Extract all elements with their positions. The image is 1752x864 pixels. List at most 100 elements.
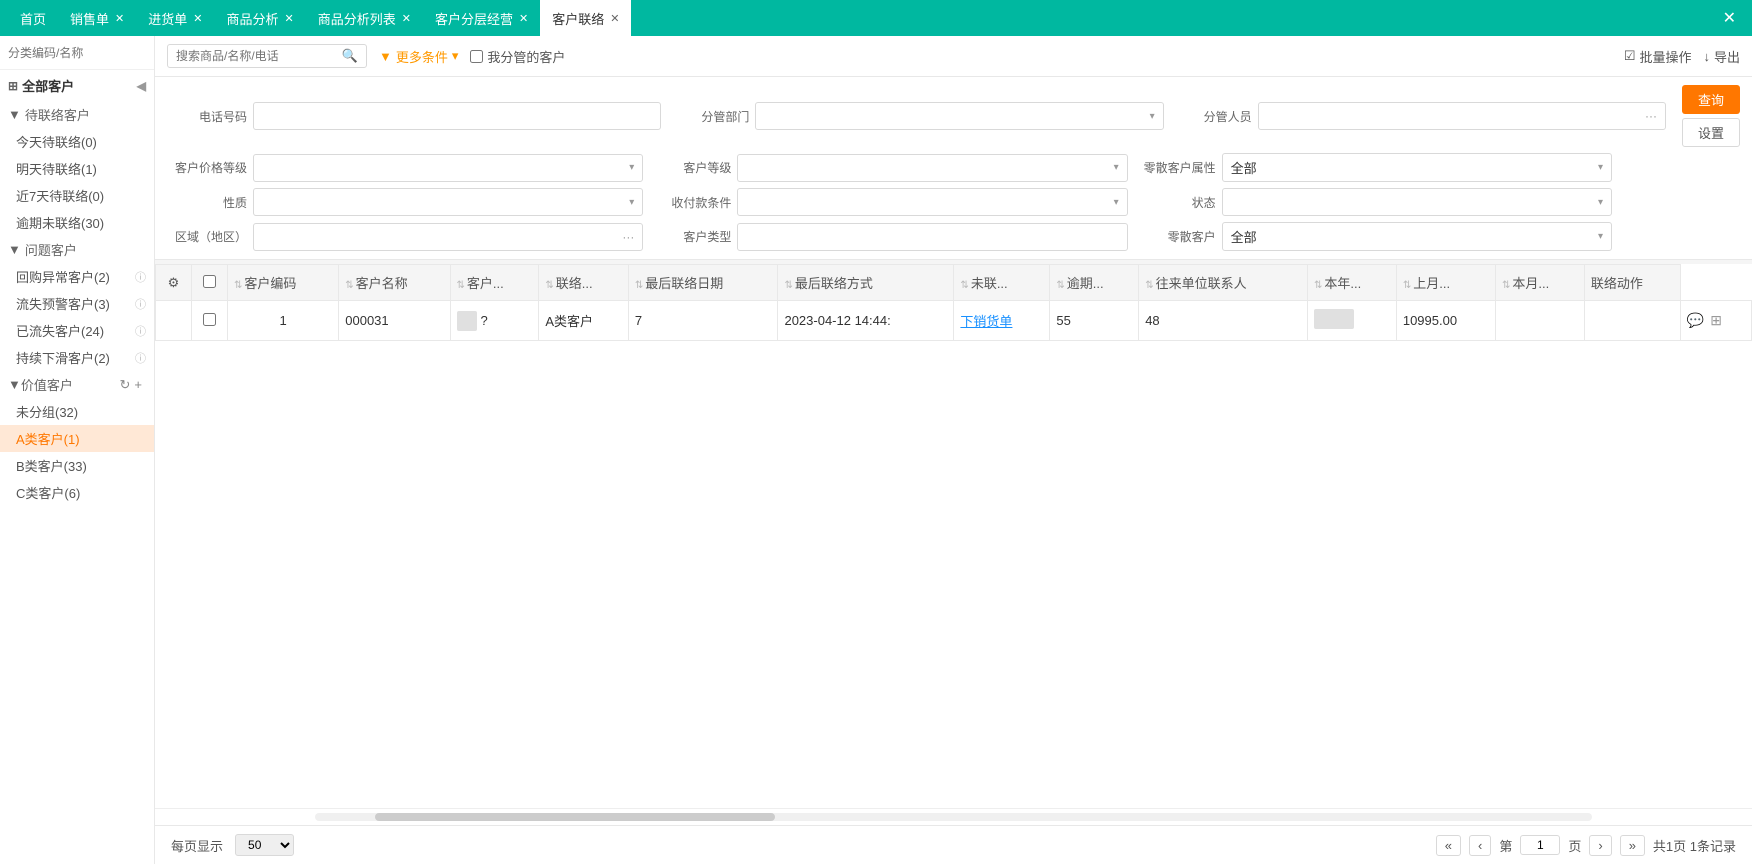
problem-arrow-icon: ▼ — [8, 242, 21, 257]
retail-attr-control[interactable]: 全部 ▾ — [1222, 153, 1612, 182]
sidebar-item-a-class[interactable]: A类客户(1) — [0, 425, 154, 452]
price-level-control[interactable]: ▾ — [253, 154, 643, 182]
table-header-gear[interactable]: ⚙ — [156, 265, 192, 301]
info-icon-1: ⓘ — [135, 269, 146, 285]
nav-tab-analysis-list[interactable]: 商品分析列表 ✕ — [306, 0, 423, 36]
nav-tab-customer-tier-close[interactable]: ✕ — [519, 12, 528, 25]
region-control[interactable]: ··· — [253, 223, 643, 251]
nav-tab-customer-tier[interactable]: 客户分层经营 ✕ — [423, 0, 540, 36]
first-page-button[interactable]: « — [1436, 835, 1461, 856]
filter-actions: 查询 设置 — [1682, 85, 1740, 147]
export-icon: ↓ — [1703, 49, 1710, 64]
sidebar-refresh-icon[interactable]: ↻ — [120, 377, 131, 393]
main-layout: 🔍 ⊞ 全部客户 ◀ ▼ 待联络客户 今天待联络(0) 明天待联络(1) 近7天… — [0, 36, 1752, 864]
row-last-method: 下销货单 — [954, 301, 1050, 341]
last-method-link[interactable]: 下销货单 — [960, 314, 1012, 329]
horizontal-scrollbar[interactable] — [315, 813, 1592, 821]
sidebar-item-b-class[interactable]: B类客户(33) — [0, 452, 154, 479]
more-filter-button[interactable]: ▼ 更多条件 ▾ — [379, 47, 458, 66]
select-all-checkbox[interactable] — [203, 275, 216, 288]
sidebar-pending-section: ▼ 待联络客户 — [0, 101, 154, 128]
nature-control[interactable]: ▾ — [253, 188, 643, 216]
table-header-overdue[interactable]: ⇅逾期... — [1050, 265, 1139, 301]
settings-button[interactable]: 设置 — [1682, 118, 1740, 147]
scrollbar-thumb[interactable] — [375, 813, 775, 821]
sidebar-item-7days[interactable]: 近7天待联络(0) — [0, 182, 154, 209]
main-search-input[interactable] — [176, 49, 342, 63]
retail-attr-field: 零散客户属性 全部 ▾ — [1136, 153, 1612, 182]
batch-ops-button[interactable]: ☑ 批量操作 — [1624, 47, 1692, 66]
sidebar-item-churn-warning[interactable]: 流失预警客户(3) ⓘ — [0, 290, 154, 317]
prev-page-button[interactable]: ‹ — [1469, 835, 1491, 856]
retail-customer-field: 零散客户 全部 ▾ — [1136, 222, 1612, 251]
my-customers-checkbox[interactable] — [470, 50, 483, 63]
nav-tab-analysis-close[interactable]: ✕ — [285, 12, 294, 25]
nav-tab-customer-contact-close[interactable]: ✕ — [610, 12, 619, 25]
table-header-last-date[interactable]: ⇅最后联络日期 — [628, 265, 778, 301]
nav-tab-customer-contact[interactable]: 客户联络 ✕ — [540, 0, 631, 36]
per-page-select[interactable]: 50 100 200 — [235, 834, 294, 856]
dept-control[interactable]: ▾ — [755, 102, 1163, 130]
sidebar-item-today[interactable]: 今天待联络(0) — [0, 128, 154, 155]
payment-control[interactable]: ▾ — [737, 188, 1127, 216]
export-button[interactable]: ↓ 导出 — [1703, 47, 1740, 66]
row-checkbox[interactable] — [203, 313, 216, 326]
dept-label: 分管部门 — [669, 108, 749, 125]
action-message-icon[interactable]: 💬 — [1687, 312, 1704, 329]
nav-tab-analysis-label: 商品分析 — [226, 9, 278, 28]
nav-tab-sales-label: 销售单 — [70, 9, 109, 28]
action-more-icon[interactable]: ⊞ — [1710, 312, 1722, 329]
sidebar-item-c-class[interactable]: C类客户(6) — [0, 479, 154, 506]
sort-icon-count: ⇅ — [545, 280, 553, 291]
phone-control[interactable] — [253, 102, 661, 130]
table-header-name[interactable]: ⇅客户名称 — [339, 265, 450, 301]
sidebar-item-declining[interactable]: 持续下滑客户(2) ⓘ — [0, 344, 154, 371]
page-input[interactable] — [1520, 835, 1560, 855]
sidebar-item-repurchase-anomaly[interactable]: 回购异常客户(2) ⓘ — [0, 263, 154, 290]
sidebar-add-icon[interactable]: + — [134, 377, 142, 392]
sidebar-search-input[interactable] — [8, 46, 155, 60]
retail-customer-control[interactable]: 全部 ▾ — [1222, 222, 1612, 251]
nav-tab-purchase[interactable]: 进货单 ✕ — [136, 0, 214, 36]
table-header-code[interactable]: ⇅客户编码 — [228, 265, 339, 301]
sidebar-item-ungrouped[interactable]: 未分组(32) — [0, 398, 154, 425]
table-header-contact-count[interactable]: ⇅联络... — [539, 265, 629, 301]
table-header-contact-person[interactable]: ⇅往来单位联系人 — [1139, 265, 1308, 301]
pending-label: 待联络客户 — [25, 105, 90, 124]
nav-tab-purchase-close[interactable]: ✕ — [193, 12, 202, 25]
sidebar-item-a-class-label: A类客户(1) — [16, 429, 80, 448]
customer-type-control[interactable] — [737, 223, 1127, 251]
sort-icon-method: ⇅ — [784, 280, 792, 291]
customer-level-control[interactable]: ▾ — [737, 154, 1127, 182]
nav-home[interactable]: 首页 — [8, 0, 58, 36]
next-page-button[interactable]: › — [1589, 835, 1611, 856]
table-header-last-month[interactable]: ⇅上月... — [1396, 265, 1495, 301]
table-header-no-contact[interactable]: ⇅未联... — [954, 265, 1050, 301]
retail-attr-chevron: ▾ — [1598, 162, 1603, 173]
nav-tab-analysis-list-label: 商品分析列表 — [318, 9, 396, 28]
problem-label: 问题客户 — [25, 240, 77, 259]
sidebar-item-overdue[interactable]: 逾期未联络(30) — [0, 209, 154, 236]
sidebar-item-tomorrow[interactable]: 明天待联络(1) — [0, 155, 154, 182]
sidebar-all-customers[interactable]: ⊞ 全部客户 ◀ — [0, 70, 154, 101]
phone-field: 电话号码 — [167, 102, 661, 130]
person-control[interactable]: ··· — [1258, 102, 1666, 130]
sidebar-collapse-icon: ◀ — [137, 79, 146, 93]
table-header-this-year[interactable]: ⇅本年... — [1307, 265, 1396, 301]
last-page-button[interactable]: » — [1620, 835, 1645, 856]
sidebar-item-churned[interactable]: 已流失客户(24) ⓘ — [0, 317, 154, 344]
nav-tab-sales[interactable]: 销售单 ✕ — [58, 0, 136, 36]
main-search-icon[interactable]: 🔍 — [342, 48, 358, 64]
status-control[interactable]: ▾ — [1222, 188, 1612, 216]
table-header-type[interactable]: ⇅客户... — [450, 265, 539, 301]
nav-tab-analysis[interactable]: 商品分析 ✕ — [214, 0, 305, 36]
query-button[interactable]: 查询 — [1682, 85, 1740, 114]
table-header-this-month[interactable]: ⇅本月... — [1496, 265, 1585, 301]
table-header-last-method[interactable]: ⇅最后联络方式 — [778, 265, 954, 301]
retail-customer-label: 零散客户 — [1136, 228, 1216, 245]
nav-tab-sales-close[interactable]: ✕ — [115, 12, 124, 25]
nav-tab-analysis-list-close[interactable]: ✕ — [402, 12, 411, 25]
sort-icon-person: ⇅ — [1145, 280, 1153, 291]
dept-chevron: ▾ — [1150, 111, 1155, 122]
window-close-button[interactable]: ✕ — [1715, 8, 1744, 28]
